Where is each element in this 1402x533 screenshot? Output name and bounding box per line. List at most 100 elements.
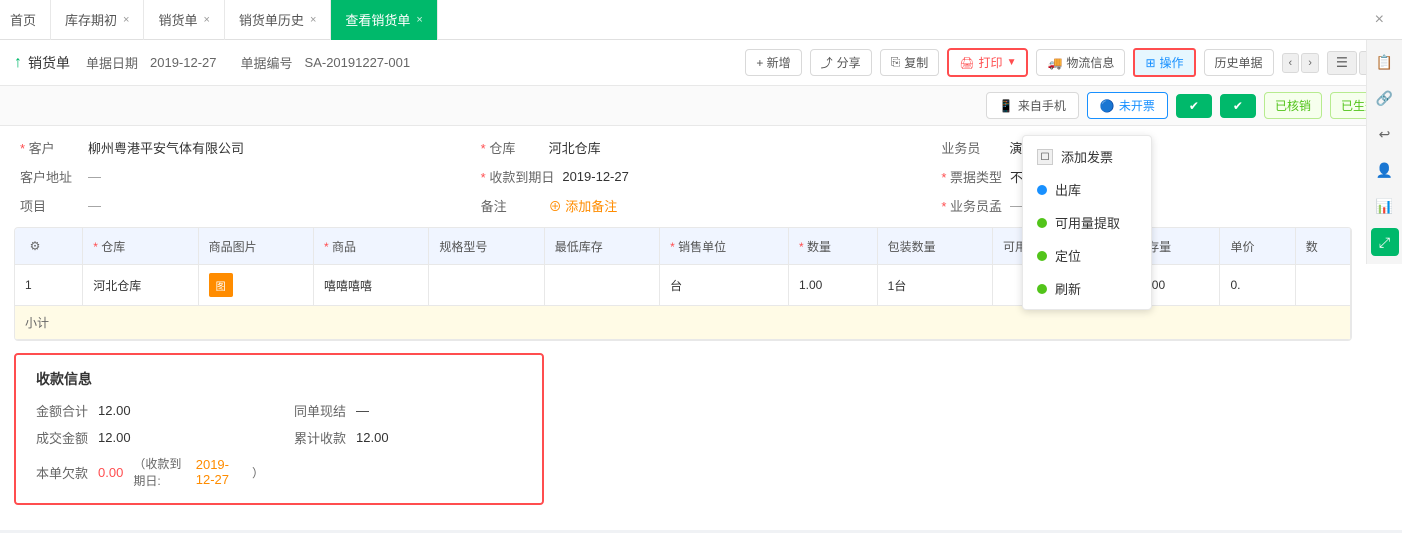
share-icon: ⤴ [821,54,833,71]
staff2-field: 业务员孟 — [941,196,1382,215]
add-invoice-item[interactable]: ☐ 添加发票 [1023,140,1151,173]
row-min-stock [544,265,659,306]
col-min-stock: 最低库存 [544,228,659,265]
amount-total-label: 金额合计 [36,401,88,420]
from-phone-button[interactable]: 📱 来自手机 [986,92,1079,119]
sidebar-link-icon[interactable]: 🔗 [1371,84,1399,112]
new-button[interactable]: + 新增 [745,49,801,76]
logistics-button[interactable]: 🚚 物流信息 [1036,49,1125,76]
tab-close-view[interactable]: × [416,14,422,26]
refresh-dot [1037,284,1047,294]
tab-close-sales[interactable]: × [203,14,209,26]
print-icon: 🖨 [959,56,974,70]
amount-total-value: 12.00 [98,403,131,418]
document-area: ↑ 销货单 单据日期 2019-12-27 单据编号 SA-20191227-0… [0,40,1402,530]
cumulative-payment-label: 累计收款 [294,428,346,447]
locate-item[interactable]: 定位 [1023,239,1151,272]
col-spec: 规格型号 [429,228,544,265]
payment-title: 收款信息 [36,369,522,389]
row-product: 嘻嘻嘻嘻 [313,265,428,306]
refresh-item[interactable]: 刷新 [1023,272,1151,305]
next-arrow[interactable]: › [1301,53,1319,73]
available-qty-item[interactable]: 可用量提取 [1023,206,1151,239]
doc-title: ↑ 销货单 [14,53,70,73]
row-amount [1295,265,1350,306]
same-order-settle-row: 同单现结 — [294,401,522,420]
warehouse-label: 仓库 [481,138,541,157]
warehouse-value: 河北仓库 [549,138,601,157]
tab-view-sales[interactable]: 查看销货单 × [331,0,437,40]
locate-dot [1037,251,1047,261]
col-amount: 数 [1295,228,1350,265]
confirm-button[interactable]: ✔ [1176,94,1212,118]
subtotal-row: 小计 [15,306,1351,340]
tab-home[interactable]: 首页 [10,0,51,40]
row-qty: 1.00 [788,265,877,306]
col-gear: ⚙ [15,228,83,265]
current-arrears-label: 本单欠款 [36,463,88,482]
sidebar-user-icon[interactable]: 👤 [1371,156,1399,184]
col-pack-qty: 包装数量 [877,228,992,265]
operate-button[interactable]: ⊞ 操作 [1133,48,1195,77]
col-qty: 数量 [788,228,877,265]
same-order-settle-value: — [356,403,369,418]
tab-sales-history[interactable]: 销货单历史 × [225,0,331,40]
confirm2-button[interactable]: ✔ [1220,94,1256,118]
window-close-button[interactable]: × [1367,11,1392,29]
tab-inventory-init[interactable]: 库存期初 × [51,0,144,40]
row-pack-qty: 1台 [877,265,992,306]
row-seq: 1 [15,265,83,306]
outbound-item[interactable]: 出库 [1023,173,1151,206]
locate-label: 定位 [1055,246,1081,265]
list-view-icon[interactable]: ☰ [1327,51,1357,75]
staff-label: 业务员 [941,138,1001,157]
payment-grid: 金额合计 12.00 同单现结 — 成交金额 12.00 累计收款 12.00 … [36,401,522,489]
current-arrears-value: 0.00 [98,465,123,480]
row-unit-price: 0. [1220,265,1295,306]
tab-close-history[interactable]: × [310,14,316,26]
cumulative-payment-row: 累计收款 12.00 [294,428,522,447]
subtotal-label: 小计 [15,306,1351,340]
staff2-label: 业务员孟 [941,196,1002,215]
customer-field: 客户 柳州粤港平安气体有限公司 [20,138,461,157]
sidebar-doc-icon[interactable]: 📋 [1371,48,1399,76]
sidebar-expand-icon[interactable]: ⤢ [1371,228,1399,256]
outbound-label: 出库 [1055,180,1081,199]
warehouse-field: 仓库 河北仓库 [481,138,922,157]
settings-icon[interactable]: ⚙ [25,236,45,256]
customer-value: 柳州粤港平安气体有限公司 [88,138,244,157]
prev-arrow[interactable]: ‹ [1282,53,1300,73]
sidebar-back-icon[interactable]: ↩ [1371,120,1399,148]
second-toolbar: 📱 来自手机 🔵 未开票 ✔ ✔ 已核销 已生效 [0,86,1402,126]
print-button[interactable]: 🖨 打印 ▼ [947,48,1028,77]
number-label: 单据编号 [241,53,293,72]
tab-sales-order[interactable]: 销货单 × [144,0,224,40]
col-unit-price: 单价 [1220,228,1295,265]
not-open-button[interactable]: 🔵 未开票 [1087,92,1168,119]
operate-dropdown: ☐ 添加发票 出库 可用量提取 定位 刷新 [1022,135,1152,310]
same-order-settle-label: 同单现结 [294,401,346,420]
current-arrears-row: 本单欠款 0.00 （收款到期日: 2019-12-27 ） [36,455,264,489]
add-icon: ⊕ [549,199,562,214]
row-sales-unit: 台 [660,265,789,306]
payment-due-field: 收款到期日 2019-12-27 [481,167,922,186]
staff-field: 业务员 演示账号 [941,138,1382,157]
customer-addr-value: — [88,169,101,184]
payment-section: 收款信息 金额合计 12.00 同单现结 — 成交金额 12.00 累计收款 1… [14,353,544,505]
history-button[interactable]: 历史单据 [1204,49,1274,76]
remark-add-btn[interactable]: ⊕ 添加备注 [549,196,618,215]
copy-button[interactable]: ⎘ 复制 [880,49,940,76]
nav-arrows: ‹ › [1282,53,1319,73]
sidebar-chart-icon[interactable]: 📊 [1371,192,1399,220]
remark-field: 备注 ⊕ 添加备注 [481,196,922,215]
col-sales-unit: 销售单位 [660,228,789,265]
amount-total-row: 金额合计 12.00 [36,401,264,420]
due-date-value: 2019-12-27 [196,457,242,487]
transaction-amount-label: 成交金额 [36,428,88,447]
add-invoice-label: 添加发票 [1061,147,1113,166]
doc-meta: 单据日期 2019-12-27 单据编号 SA-20191227-001 [86,53,414,72]
payment-due-value: 2019-12-27 [562,169,629,184]
date-value: 2019-12-27 [150,55,217,70]
tab-close-inventory[interactable]: × [123,14,129,26]
share-button[interactable]: ⤴ 分享 [810,49,872,76]
